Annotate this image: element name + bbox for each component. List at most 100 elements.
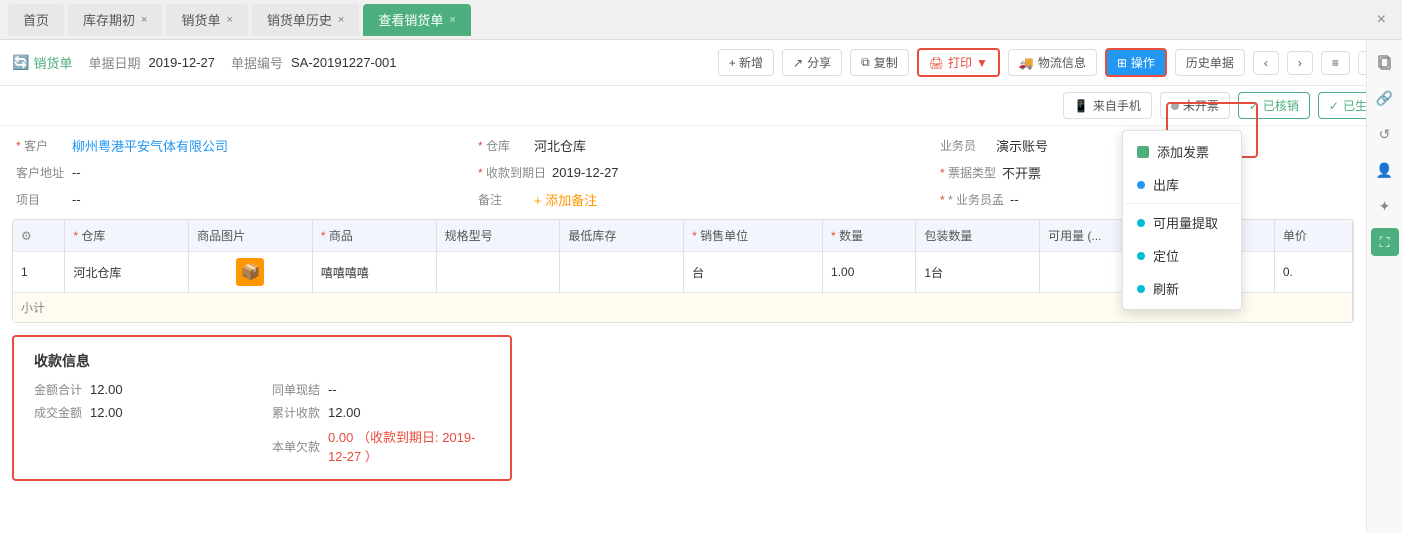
due-date-label: 收款到期日 <box>478 164 546 181</box>
remark-label: 备注 <box>478 191 528 208</box>
mobile-icon: 📱 <box>1074 99 1089 113</box>
row-unit-price: 0. <box>1274 252 1352 293</box>
print-dropdown-arrow: ▼ <box>976 56 988 70</box>
new-button[interactable]: + 新增 <box>718 49 774 76</box>
current-debt-row: 本单欠款 0.00 （收款到期日: 2019-12-27 ） <box>272 427 490 465</box>
col-settings: ⚙ <box>13 220 65 252</box>
warehouse-label: 仓库 <box>478 137 528 154</box>
sidebar-star-icon[interactable]: ✦ <box>1371 192 1399 220</box>
ticket-type-label: 票据类型 <box>940 164 996 181</box>
ticket-type-value: 不开票 <box>1002 163 1041 182</box>
logistics-icon: 🚚 <box>1019 56 1034 70</box>
tab-sales-history[interactable]: 销货单历史 × <box>252 4 359 36</box>
staff-label: 业务员 <box>940 137 990 154</box>
copy-button[interactable]: ⧉ 复制 <box>850 49 909 76</box>
doc-type-badge: 🔄 销货单 <box>12 53 72 72</box>
tab-bar: 首页 库存期初 × 销货单 × 销货单历史 × 查看销货单 × × <box>0 0 1402 40</box>
address-value: -- <box>72 165 81 180</box>
dropdown-locate[interactable]: 定位 <box>1123 239 1241 272</box>
sidebar-rotate-icon[interactable]: ↺ <box>1371 120 1399 148</box>
tab-inventory-init[interactable]: 库存期初 × <box>68 4 162 36</box>
verified-status-btn[interactable]: ✓ 已核销 <box>1238 92 1310 119</box>
next-nav-button[interactable]: › <box>1287 51 1313 75</box>
logistics-button[interactable]: 🚚 物流信息 <box>1008 49 1097 76</box>
payment-col-left: 金额合计 12.00 成交金额 12.00 <box>34 381 252 465</box>
dropdown-refresh[interactable]: 刷新 <box>1123 272 1241 305</box>
row-quantity: 1.00 <box>823 252 916 293</box>
history-button[interactable]: 历史单据 <box>1175 49 1245 76</box>
plus-icon: + <box>534 193 542 208</box>
tab-close-view-sales[interactable]: × <box>449 14 455 26</box>
dropdown-divider-1 <box>1123 203 1241 204</box>
project-field: 项目 -- <box>16 190 462 209</box>
sidebar-expand-icon[interactable]: ⛶ <box>1371 228 1399 256</box>
col-spec: 规格型号 <box>436 220 560 252</box>
col-warehouse: 仓库 <box>65 220 189 252</box>
same-order-value: -- <box>328 382 337 397</box>
grid-icon: ⊞ <box>1117 56 1127 70</box>
sales-staff-label: * 业务员孟 <box>940 191 1004 208</box>
prev-nav-button[interactable]: ‹ <box>1253 51 1279 75</box>
global-close-icon[interactable]: × <box>1369 11 1394 29</box>
transaction-amount-label: 成交金额 <box>34 404 82 421</box>
dropdown-warehouse-out[interactable]: 出库 <box>1123 168 1241 201</box>
payment-grid: 金额合计 12.00 成交金额 12.00 同单现结 -- 累计收款 <box>34 381 490 465</box>
cumulative-row: 累计收款 12.00 <box>272 404 490 421</box>
number-value: SA-20191227-001 <box>291 55 397 70</box>
tab-sales-order[interactable]: 销货单 × <box>166 4 247 36</box>
address-field: 客户地址 -- <box>16 163 462 182</box>
payment-col-right: 同单现结 -- 累计收款 12.00 本单欠款 0.00 （收款到期日: 201… <box>272 381 490 465</box>
tab-home[interactable]: 首页 <box>8 4 64 36</box>
sidebar-user-icon[interactable]: 👤 <box>1371 156 1399 184</box>
share-button[interactable]: ↗ 分享 <box>782 49 842 76</box>
total-amount-value: 12.00 <box>90 382 123 397</box>
address-label: 客户地址 <box>16 164 66 181</box>
product-image: 📦 <box>236 258 264 286</box>
tab-close-inventory[interactable]: × <box>141 14 147 26</box>
print-button[interactable]: 🖨 打印 ▼ <box>917 48 1000 77</box>
col-product: 商品 <box>312 220 436 252</box>
sidebar-copy-icon[interactable] <box>1371 48 1399 76</box>
due-date-value: 2019-12-27 <box>552 165 619 180</box>
tab-close-history[interactable]: × <box>338 14 344 26</box>
view-toggle-list[interactable]: ≡ <box>1321 51 1350 75</box>
current-debt-value: 0.00 （收款到期日: 2019-12-27 ） <box>328 427 490 465</box>
customer-field: 客户 柳州粤港平安气体有限公司 <box>16 136 462 155</box>
row-min-stock <box>560 252 684 293</box>
doc-type-label: 销货单 <box>33 53 72 72</box>
current-debt-label: 本单欠款 <box>272 438 320 455</box>
invoice-status-btn[interactable]: 未开票 <box>1160 92 1230 119</box>
total-amount-label: 金额合计 <box>34 381 82 398</box>
doc-date-meta: 单据日期 2019-12-27 <box>88 53 215 72</box>
warehouse-out-dot <box>1137 181 1145 189</box>
payment-info-box: 收款信息 金额合计 12.00 成交金额 12.00 同单现结 -- <box>12 335 512 481</box>
row-product-img: 📦 <box>189 252 313 293</box>
row-spec <box>436 252 560 293</box>
due-date-field: 收款到期日 2019-12-27 <box>478 163 924 182</box>
tab-close-sales[interactable]: × <box>226 14 232 26</box>
col-product-img: 商品图片 <box>189 220 313 252</box>
mobile-status-btn[interactable]: 📱 来自手机 <box>1063 92 1152 119</box>
add-remark-btn[interactable]: + 添加备注 <box>534 190 597 209</box>
status-bar: 📱 来自手机 未开票 ✓ 已核销 ✓ 已生效 <box>0 86 1402 126</box>
toolbar: + 新增 ↗ 分享 ⧉ 复制 🖨 打印 ▼ 🚚 物流信息 <box>718 48 1390 77</box>
col-min-stock: 最低库存 <box>560 220 684 252</box>
date-label: 单据日期 <box>88 53 140 72</box>
doc-type-icon: 🔄 <box>12 54 29 71</box>
main-content: 🔄 销货单 单据日期 2019-12-27 单据编号 SA-20191227-0… <box>0 40 1402 533</box>
number-label: 单据编号 <box>231 53 283 72</box>
settings-icon[interactable]: ⚙ <box>21 229 32 243</box>
invoice-dot-icon <box>1171 102 1179 110</box>
cumulative-value: 12.00 <box>328 405 361 420</box>
refresh-dot <box>1137 285 1145 293</box>
dropdown-available-qty[interactable]: 可用量提取 <box>1123 206 1241 239</box>
add-invoice-icon <box>1137 146 1149 158</box>
project-label: 项目 <box>16 191 66 208</box>
tab-view-sales[interactable]: 查看销货单 × <box>363 4 470 36</box>
row-pack-qty: 1台 <box>916 252 1040 293</box>
operation-button[interactable]: ⊞ 操作 <box>1105 48 1167 77</box>
sidebar-link-icon[interactable]: 🔗 <box>1371 84 1399 112</box>
doc-header: 🔄 销货单 单据日期 2019-12-27 单据编号 SA-20191227-0… <box>0 40 1402 86</box>
dropdown-add-invoice[interactable]: 添加发票 <box>1123 135 1241 168</box>
customer-value[interactable]: 柳州粤港平安气体有限公司 <box>72 136 228 155</box>
